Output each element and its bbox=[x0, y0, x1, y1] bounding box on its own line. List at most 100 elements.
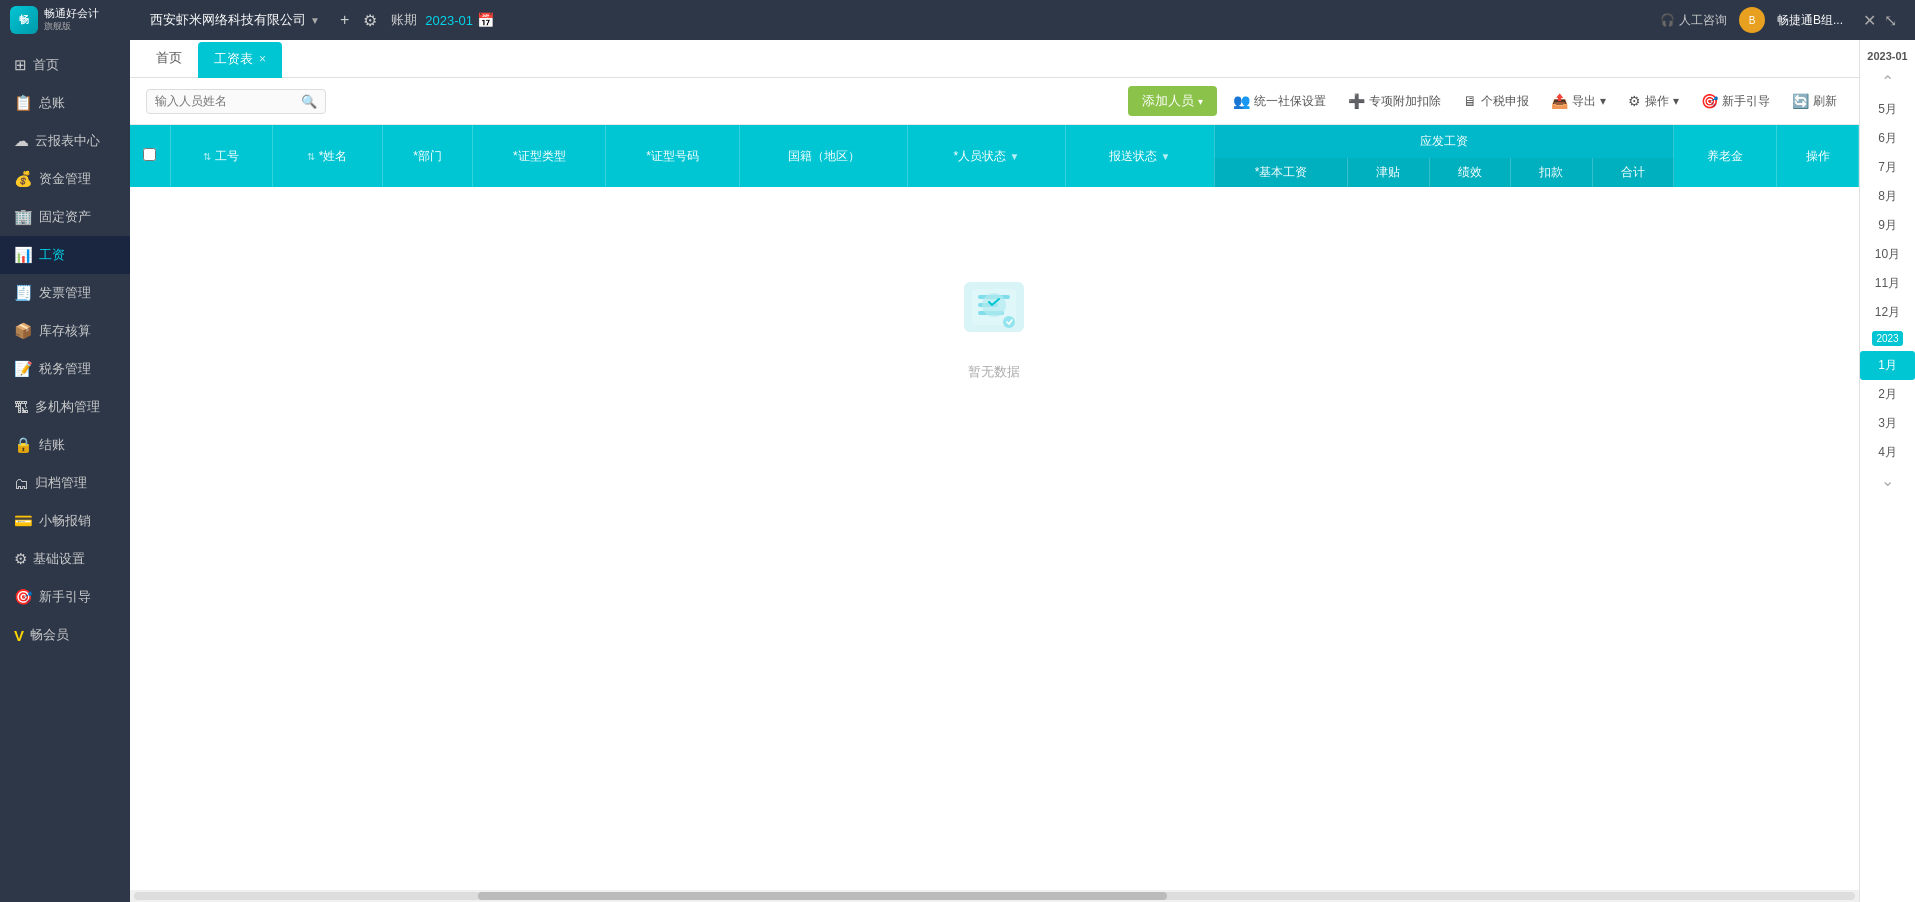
tax-declare-icon: 🖥 bbox=[1463, 93, 1477, 109]
company-dropdown-arrow: ▼ bbox=[310, 15, 320, 26]
top-header: 畅 畅通好会计 旗舰版 西安虾米网络科技有限公司 ▼ + ⚙ 账期 2023-0… bbox=[0, 0, 1915, 40]
maximize-window-button[interactable]: ⤡ bbox=[1884, 11, 1897, 30]
empty-state-cell: 暂无数据 bbox=[130, 187, 1859, 461]
select-all-checkbox[interactable] bbox=[143, 148, 156, 161]
logo-icon: 畅 bbox=[10, 6, 38, 34]
add-company-button[interactable]: + bbox=[340, 11, 349, 29]
th-checkbox[interactable] bbox=[130, 125, 170, 187]
th-id-type: *证型类型 bbox=[473, 125, 606, 187]
sidebar-item-salary[interactable]: 📊 工资 bbox=[0, 236, 130, 274]
th-deduction: 扣款 bbox=[1511, 158, 1593, 187]
close-window-button[interactable]: ✕ bbox=[1863, 11, 1876, 30]
filter-report-status-icon[interactable]: ▼ bbox=[1160, 151, 1170, 162]
company-selector[interactable]: 西安虾米网络科技有限公司 ▼ bbox=[150, 11, 320, 29]
guide-toolbar-icon: 🎯 bbox=[1701, 93, 1718, 109]
special-deduction-button[interactable]: ➕ 专项附加扣除 bbox=[1342, 89, 1447, 114]
sidebar-item-close-accounts[interactable]: 🔒 结账 bbox=[0, 426, 130, 464]
filter-emp-status-icon[interactable]: ▼ bbox=[1010, 151, 1020, 162]
sidebar-label-invoice: 发票管理 bbox=[39, 284, 91, 302]
sidebar-item-new-guide[interactable]: 🎯 新手引导 bbox=[0, 578, 130, 616]
special-deduction-icon: ➕ bbox=[1348, 93, 1365, 109]
month-item-6[interactable]: 6月 bbox=[1860, 124, 1915, 153]
service-button[interactable]: 🎧 人工咨询 bbox=[1660, 12, 1727, 29]
toolbar-right: 添加人员 ▾ 👥 统一社保设置 ➕ 专项附加扣除 🖥 个税申报 📤 导 bbox=[1128, 86, 1843, 116]
company-name: 西安虾米网络科技有限公司 bbox=[150, 11, 306, 29]
logo-area: 畅 畅通好会计 旗舰版 bbox=[10, 6, 140, 34]
sidebar-item-archive[interactable]: 🗂 归档管理 bbox=[0, 464, 130, 502]
tax-declare-button[interactable]: 🖥 个税申报 bbox=[1457, 89, 1535, 114]
month-down-arrow[interactable]: ⌄ bbox=[1877, 467, 1898, 494]
window-controls: ✕ ⤡ bbox=[1855, 11, 1905, 30]
month-item-2[interactable]: 2月 bbox=[1860, 380, 1915, 409]
sidebar-item-member[interactable]: V 畅会员 bbox=[0, 616, 130, 654]
svg-point-5 bbox=[982, 293, 1006, 317]
operations-button[interactable]: ⚙ 操作 ▾ bbox=[1622, 89, 1685, 114]
export-button[interactable]: 📤 导出 ▾ bbox=[1545, 89, 1612, 114]
search-input[interactable] bbox=[155, 94, 295, 108]
sidebar-item-invoice[interactable]: 🧾 发票管理 bbox=[0, 274, 130, 312]
logo-title: 畅通好会计 bbox=[44, 7, 99, 20]
tab-home[interactable]: 首页 bbox=[140, 40, 198, 78]
th-action: 操作 bbox=[1777, 125, 1859, 187]
guide-toolbar-button[interactable]: 🎯 新手引导 bbox=[1695, 89, 1776, 114]
social-security-button[interactable]: 👥 统一社保设置 bbox=[1227, 89, 1332, 114]
salary-table: ⇅ 工号 ⇅ *姓名 *部门 *证型类型 *证型号码 国籍（地区） *人员状态 … bbox=[130, 125, 1859, 461]
operations-label: 操作 bbox=[1645, 93, 1669, 110]
sidebar-label-cloud: 云报表中心 bbox=[35, 132, 100, 150]
month-item-7[interactable]: 7月 bbox=[1860, 153, 1915, 182]
month-up-arrow[interactable]: ⌃ bbox=[1877, 68, 1898, 95]
sidebar-item-inventory[interactable]: 📦 库存核算 bbox=[0, 312, 130, 350]
month-item-9[interactable]: 9月 bbox=[1860, 211, 1915, 240]
special-deduction-label: 专项附加扣除 bbox=[1369, 93, 1441, 110]
header-right: 🎧 人工咨询 B 畅捷通B组... ✕ ⤡ bbox=[1660, 7, 1905, 33]
sidebar-item-tax[interactable]: 📝 税务管理 bbox=[0, 350, 130, 388]
month-item-8[interactable]: 8月 bbox=[1860, 182, 1915, 211]
sidebar-item-assets[interactable]: 🏢 固定资产 bbox=[0, 198, 130, 236]
refresh-label: 刷新 bbox=[1813, 93, 1837, 110]
sidebar-label-salary: 工资 bbox=[39, 246, 65, 264]
social-security-label: 统一社保设置 bbox=[1254, 93, 1326, 110]
header-actions: + ⚙ 账期 2023-01 📅 bbox=[340, 11, 494, 30]
scrollbar-track[interactable] bbox=[134, 892, 1855, 900]
table-wrapper: ⇅ 工号 ⇅ *姓名 *部门 *证型类型 *证型号码 国籍（地区） *人员状态 … bbox=[130, 125, 1859, 890]
invoice-icon: 🧾 bbox=[14, 284, 33, 302]
month-item-11[interactable]: 11月 bbox=[1860, 269, 1915, 298]
calendar-icon[interactable]: 📅 bbox=[477, 12, 494, 28]
add-person-button[interactable]: 添加人员 ▾ bbox=[1128, 86, 1217, 116]
settings-button[interactable]: ⚙ bbox=[363, 11, 377, 30]
th-performance: 绩效 bbox=[1429, 158, 1511, 187]
month-item-3[interactable]: 3月 bbox=[1860, 409, 1915, 438]
sidebar-item-multi-org[interactable]: 🏗 多机构管理 bbox=[0, 388, 130, 426]
tab-salary-close[interactable]: × bbox=[259, 52, 266, 66]
toolbar: 🔍 添加人员 ▾ 👥 统一社保设置 ➕ 专项附加扣除 🖥 个税申报 bbox=[130, 78, 1859, 125]
sidebar-item-cloud[interactable]: ☁ 云报表中心 bbox=[0, 122, 130, 160]
tab-salary[interactable]: 工资表 × bbox=[198, 42, 282, 78]
sidebar-label-assets: 固定资产 bbox=[39, 208, 91, 226]
bottom-scrollbar[interactable] bbox=[130, 890, 1859, 902]
svg-point-6 bbox=[1003, 316, 1015, 328]
sidebar-item-basic-settings[interactable]: ⚙ 基础设置 bbox=[0, 540, 130, 578]
month-item-12[interactable]: 12月 bbox=[1860, 298, 1915, 327]
sidebar-label-close-accounts: 结账 bbox=[39, 436, 65, 454]
right-panel: 2023-01 ⌃ 5月 6月 7月 8月 9月 10月 11月 12月 202… bbox=[1859, 40, 1915, 902]
month-item-5[interactable]: 5月 bbox=[1860, 95, 1915, 124]
main-layout: ⊞ 首页 📋 总账 ☁ 云报表中心 💰 资金管理 🏢 固定资产 📊 工资 🧾 发… bbox=[0, 40, 1915, 902]
tax-icon: 📝 bbox=[14, 360, 33, 378]
sidebar-item-home[interactable]: ⊞ 首页 bbox=[0, 46, 130, 84]
empty-text: 暂无数据 bbox=[968, 363, 1020, 381]
th-nation: 国籍（地区） bbox=[739, 125, 907, 187]
month-item-1[interactable]: 1月 bbox=[1860, 351, 1915, 380]
sidebar-label-capital: 资金管理 bbox=[39, 170, 91, 188]
scrollbar-thumb bbox=[478, 892, 1166, 900]
month-item-4[interactable]: 4月 bbox=[1860, 438, 1915, 467]
refresh-button[interactable]: 🔄 刷新 bbox=[1786, 89, 1843, 114]
sidebar-item-expense[interactable]: 💳 小畅报销 bbox=[0, 502, 130, 540]
search-box[interactable]: 🔍 bbox=[146, 89, 326, 114]
logo-subtitle: 旗舰版 bbox=[44, 20, 99, 33]
th-base-salary: *基本工资 bbox=[1214, 158, 1347, 187]
sidebar-item-ledger[interactable]: 📋 总账 bbox=[0, 84, 130, 122]
sidebar-label-basic-settings: 基础设置 bbox=[33, 550, 85, 568]
operations-arrow: ▾ bbox=[1673, 94, 1679, 108]
month-item-10[interactable]: 10月 bbox=[1860, 240, 1915, 269]
sidebar-item-capital[interactable]: 💰 资金管理 bbox=[0, 160, 130, 198]
